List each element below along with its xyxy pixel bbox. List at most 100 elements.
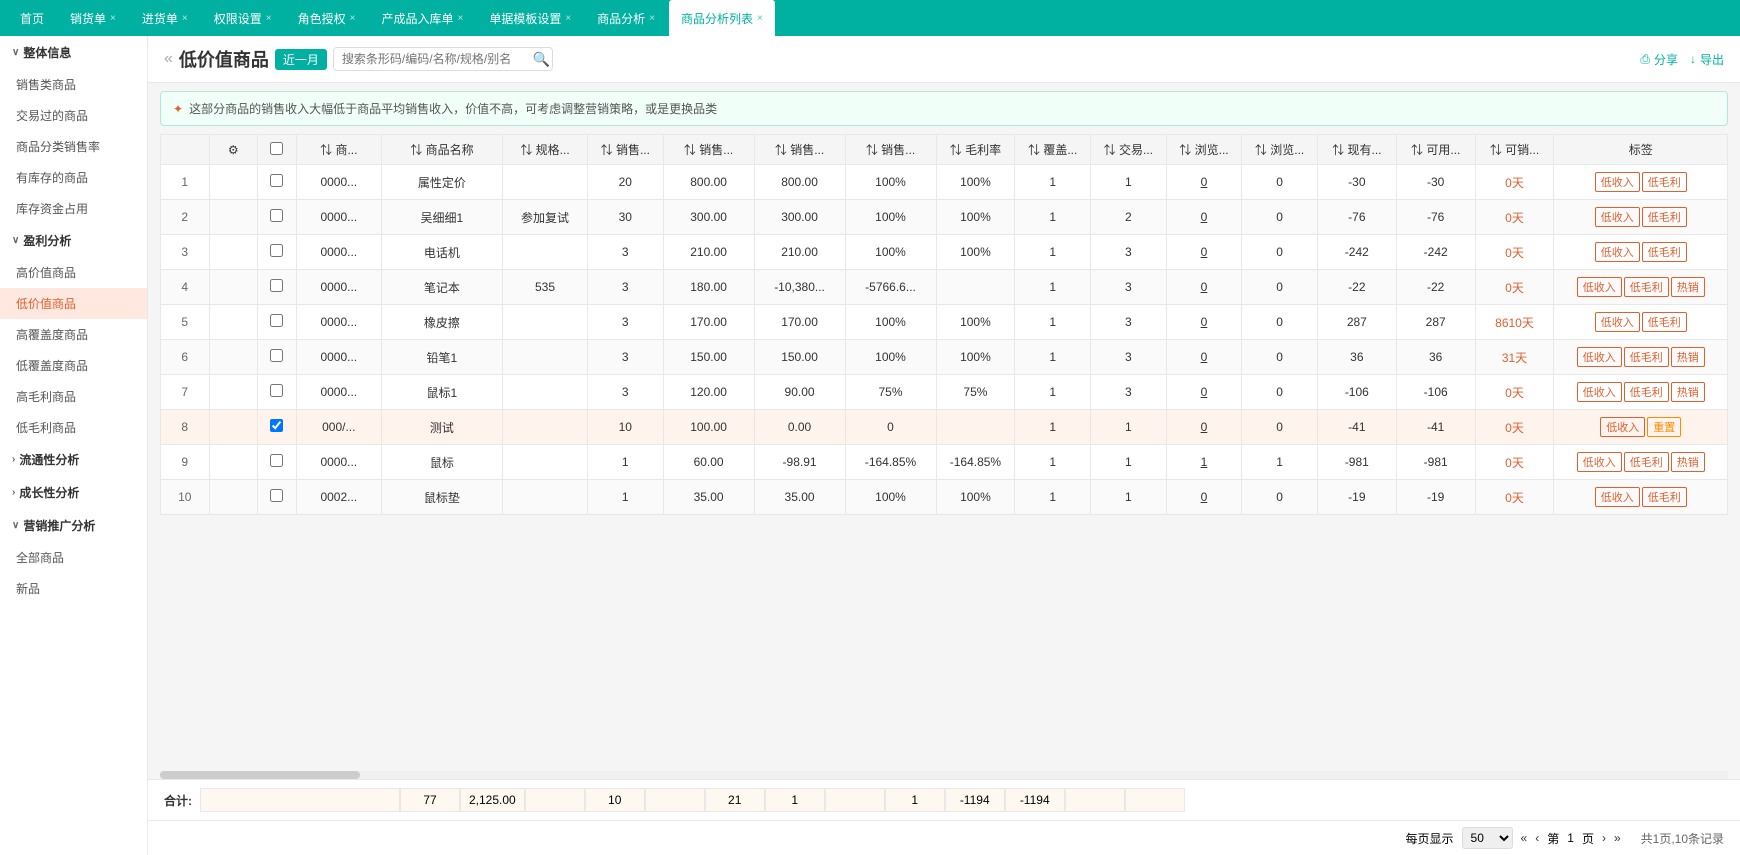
browse-link[interactable]: 0 (1201, 175, 1208, 189)
row-checkbox[interactable] (270, 419, 283, 432)
period-badge[interactable]: 近一月 (275, 49, 327, 70)
sidebar-section-growth[interactable]: › 成长性分析 (0, 476, 147, 509)
browse-link[interactable]: 0 (1201, 490, 1208, 504)
col-header-gear[interactable]: ⚙ (209, 135, 258, 165)
share-button[interactable]: ⎙ 分享 (1640, 51, 1678, 68)
close-icon[interactable]: × (649, 13, 655, 24)
row-browse1[interactable]: 0 (1166, 270, 1242, 305)
row-gear[interactable] (209, 340, 258, 375)
row-gear[interactable] (209, 165, 258, 200)
sidebar-item-new-goods[interactable]: 新品 (0, 573, 147, 604)
row-checkbox[interactable] (270, 174, 283, 187)
nav-role[interactable]: 角色授权 × (286, 0, 368, 36)
close-icon[interactable]: × (350, 13, 356, 24)
sidebar-item-all-goods[interactable]: 全部商品 (0, 542, 147, 573)
row-gear[interactable] (209, 480, 258, 515)
browse-link[interactable]: 0 (1201, 210, 1208, 224)
nav-product-in[interactable]: 产成品入库单 × (369, 0, 475, 36)
sidebar-section-overview[interactable]: ∨ 整体信息 (0, 36, 147, 69)
nav-purchase[interactable]: 进货单 × (130, 0, 200, 36)
sidebar-item-low-value[interactable]: 低价值商品 (0, 288, 147, 319)
browse-link[interactable]: 0 (1201, 280, 1208, 294)
close-icon[interactable]: × (757, 13, 763, 24)
sidebar-item-low-margin[interactable]: 低毛利商品 (0, 412, 147, 443)
nav-sales[interactable]: 销货单 × (58, 0, 128, 36)
nav-analysis-list[interactable]: 商品分析列表 × (669, 0, 775, 36)
pag-next[interactable]: › (1602, 831, 1606, 845)
row-check[interactable] (258, 165, 297, 200)
row-check[interactable] (258, 235, 297, 270)
close-icon[interactable]: × (110, 13, 116, 24)
close-icon[interactable]: × (266, 13, 272, 24)
row-checkbox[interactable] (270, 314, 283, 327)
per-page-select[interactable]: 50 100 200 (1462, 827, 1513, 849)
browse-link[interactable]: 0 (1201, 385, 1208, 399)
sidebar-section-marketing[interactable]: ∨ 营销推广分析 (0, 509, 147, 542)
nav-template[interactable]: 单据模板设置 × (477, 0, 583, 36)
row-browse1[interactable]: 1 (1166, 445, 1242, 480)
search-icon[interactable]: 🔍 (533, 51, 550, 68)
row-browse1[interactable]: 0 (1166, 340, 1242, 375)
row-check[interactable] (258, 410, 297, 445)
row-gear[interactable] (209, 445, 258, 480)
sidebar-item-category-rate[interactable]: 商品分类销售率 (0, 131, 147, 162)
col-header-check[interactable] (258, 135, 297, 165)
row-checkbox[interactable] (270, 209, 283, 222)
row-gear[interactable] (209, 305, 258, 340)
row-browse1[interactable]: 0 (1166, 235, 1242, 270)
sidebar-item-high-value[interactable]: 高价值商品 (0, 257, 147, 288)
row-check[interactable] (258, 340, 297, 375)
sidebar-item-stock-goods[interactable]: 有库存的商品 (0, 162, 147, 193)
sidebar-item-high-margin[interactable]: 高毛利商品 (0, 381, 147, 412)
row-checkbox[interactable] (270, 489, 283, 502)
row-browse1[interactable]: 0 (1166, 480, 1242, 515)
export-button[interactable]: ↓ 导出 (1690, 51, 1724, 68)
nav-permission[interactable]: 权限设置 × (202, 0, 284, 36)
nav-analysis[interactable]: 商品分析 × (585, 0, 667, 36)
row-browse1[interactable]: 0 (1166, 305, 1242, 340)
browse-link[interactable]: 0 (1201, 420, 1208, 434)
row-check[interactable] (258, 305, 297, 340)
row-checkbox[interactable] (270, 384, 283, 397)
browse-link[interactable]: 0 (1201, 315, 1208, 329)
sidebar-item-sales-goods[interactable]: 销售类商品 (0, 69, 147, 100)
sidebar-item-stock-fund[interactable]: 库存资金占用 (0, 193, 147, 224)
horizontal-scrollbar[interactable] (160, 771, 1728, 779)
sidebar-section-flow[interactable]: › 流通性分析 (0, 443, 147, 476)
select-all-checkbox[interactable] (270, 142, 283, 155)
close-icon[interactable]: × (457, 13, 463, 24)
sidebar-item-traded-goods[interactable]: 交易过的商品 (0, 100, 147, 131)
sidebar-section-profit[interactable]: ∨ 盈利分析 (0, 224, 147, 257)
pag-first[interactable]: « (1521, 831, 1528, 845)
sidebar-item-high-cover[interactable]: 高覆盖度商品 (0, 319, 147, 350)
row-check[interactable] (258, 445, 297, 480)
scrollbar-thumb[interactable] (160, 771, 360, 779)
row-gear[interactable] (209, 270, 258, 305)
row-browse1[interactable]: 0 (1166, 200, 1242, 235)
row-checkbox[interactable] (270, 279, 283, 292)
pag-last[interactable]: » (1614, 831, 1621, 845)
browse-link[interactable]: 0 (1201, 245, 1208, 259)
row-gear[interactable] (209, 410, 258, 445)
row-browse1[interactable]: 0 (1166, 410, 1242, 445)
row-gear[interactable] (209, 235, 258, 270)
row-check[interactable] (258, 270, 297, 305)
row-checkbox[interactable] (270, 349, 283, 362)
browse-link[interactable]: 1 (1201, 455, 1208, 469)
row-browse1[interactable]: 0 (1166, 375, 1242, 410)
pag-prev[interactable]: ‹ (1535, 831, 1539, 845)
close-icon[interactable]: × (565, 13, 571, 24)
row-check[interactable] (258, 200, 297, 235)
search-input[interactable] (333, 47, 553, 71)
nav-home[interactable]: 首页 (8, 0, 56, 36)
row-gear[interactable] (209, 200, 258, 235)
collapse-sidebar-button[interactable]: « (164, 50, 173, 68)
row-checkbox[interactable] (270, 454, 283, 467)
row-browse1[interactable]: 0 (1166, 165, 1242, 200)
row-gear[interactable] (209, 375, 258, 410)
row-check[interactable] (258, 480, 297, 515)
row-checkbox[interactable] (270, 244, 283, 257)
close-icon[interactable]: × (182, 13, 188, 24)
row-check[interactable] (258, 375, 297, 410)
sidebar-item-low-cover[interactable]: 低覆盖度商品 (0, 350, 147, 381)
